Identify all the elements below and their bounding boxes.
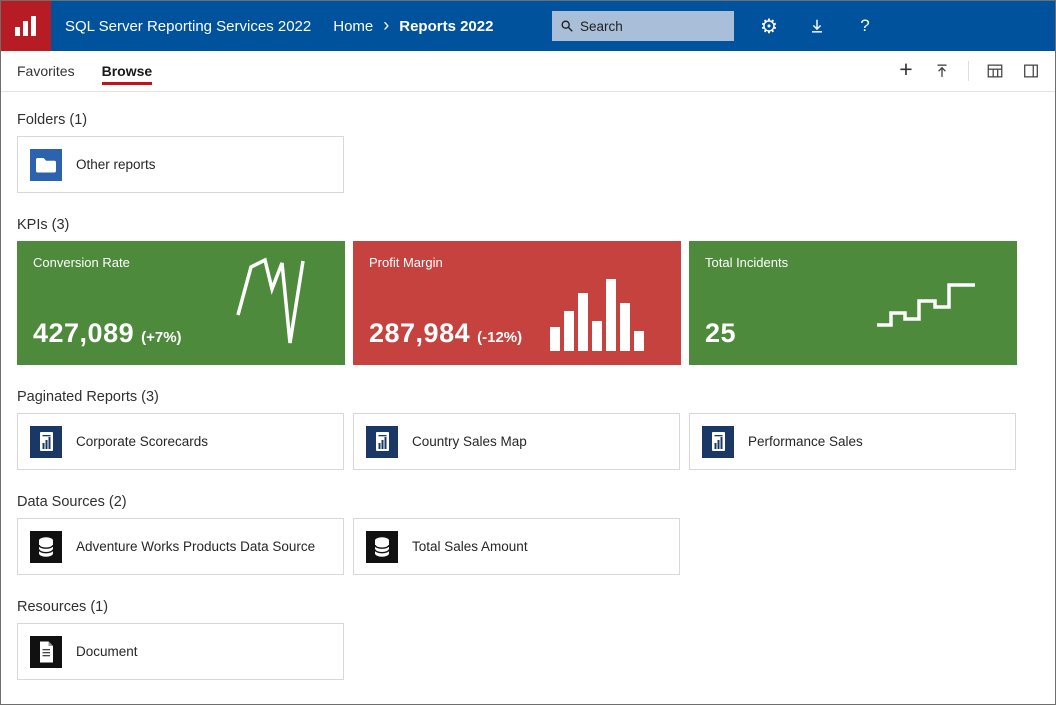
datasource-card-adventure-works[interactable]: Adventure Works Products Data Source — [17, 518, 344, 575]
report-card-performance-sales[interactable]: Performance Sales — [689, 413, 1016, 470]
database-icon — [366, 531, 398, 563]
gear-icon: ⚙ — [760, 14, 778, 39]
tab-bar: Favorites Browse + — [1, 51, 1055, 92]
upload-icon — [933, 62, 951, 80]
kpi-value-row: 287,984 (-12%) — [369, 318, 522, 349]
app-title[interactable]: SQL Server Reporting Services 2022 — [65, 18, 311, 35]
paginated-reports-heading: Paginated Reports (3) — [17, 389, 1039, 405]
resources-row: Document — [17, 623, 1039, 680]
kpi-value: 287,984 — [369, 318, 470, 349]
new-item-button[interactable]: + — [888, 55, 924, 87]
document-icon — [30, 636, 62, 668]
top-bar: SQL Server Reporting Services 2022 Home … — [1, 1, 1055, 51]
kpi-value: 25 — [705, 318, 736, 349]
search-box[interactable] — [552, 11, 734, 41]
report-card-label: Corporate Scorecards — [76, 433, 214, 451]
download-button[interactable] — [801, 10, 833, 42]
kpi-value-row: 427,089 (+7%) — [33, 318, 182, 349]
bar-chart-icon — [11, 11, 41, 41]
kpi-value: 427,089 — [33, 318, 134, 349]
report-card-label: Performance Sales — [748, 433, 869, 451]
breadcrumb: Home › Reports 2022 — [333, 17, 493, 35]
tab-toolbar: + — [888, 51, 1049, 91]
kpi-delta: (-12%) — [477, 329, 522, 346]
upload-button[interactable] — [924, 55, 960, 87]
kpi-delta: (+7%) — [141, 329, 181, 346]
kpi-row: Conversion Rate 427,089 (+7%) Profit Mar… — [17, 241, 1039, 365]
ssrs-portal-window: SQL Server Reporting Services 2022 Home … — [0, 0, 1056, 705]
datasource-card-total-sales-amount[interactable]: Total Sales Amount — [353, 518, 680, 575]
details-pane-icon — [1022, 62, 1040, 80]
kpi-tile-profit-margin[interactable]: Profit Margin 287,984 (-12%) — [353, 241, 681, 365]
report-page-icon — [702, 426, 734, 458]
folder-card-other-reports[interactable]: Other reports — [17, 136, 344, 193]
chevron-right-icon: › — [383, 16, 389, 34]
plus-icon: + — [899, 56, 912, 83]
bar-sparkline-icon — [549, 275, 645, 351]
report-card-country-sales-map[interactable]: Country Sales Map — [353, 413, 680, 470]
search-icon — [560, 19, 574, 33]
help-icon: ? — [860, 16, 869, 36]
settings-button[interactable]: ⚙ — [753, 10, 785, 42]
resources-heading: Resources (1) — [17, 599, 1039, 615]
report-page-icon — [30, 426, 62, 458]
search-input[interactable] — [580, 19, 726, 34]
data-sources-row: Adventure Works Products Data Source Tot… — [17, 518, 1039, 575]
resource-card-document[interactable]: Document — [17, 623, 344, 680]
tiles-view-button[interactable] — [977, 55, 1013, 87]
folder-icon — [30, 149, 62, 181]
line-sparkline-icon — [235, 253, 307, 351]
report-card-label: Country Sales Map — [412, 433, 533, 451]
kpi-tile-total-incidents[interactable]: Total Incidents 25 — [689, 241, 1017, 365]
kpis-heading: KPIs (3) — [17, 217, 1039, 233]
grid-icon — [986, 62, 1004, 80]
details-view-button[interactable] — [1013, 55, 1049, 87]
datasource-card-label: Total Sales Amount — [412, 538, 534, 556]
report-page-icon — [366, 426, 398, 458]
kpi-title: Profit Margin — [369, 255, 443, 270]
folder-card-label: Other reports — [76, 156, 162, 174]
tab-favorites[interactable]: Favorites — [17, 51, 75, 91]
kpi-tile-conversion-rate[interactable]: Conversion Rate 427,089 (+7%) — [17, 241, 345, 365]
breadcrumb-current: Reports 2022 — [399, 18, 493, 35]
kpi-title: Conversion Rate — [33, 255, 130, 270]
report-card-corporate-scorecards[interactable]: Corporate Scorecards — [17, 413, 344, 470]
datasource-card-label: Adventure Works Products Data Source — [76, 538, 321, 556]
database-icon — [30, 531, 62, 563]
kpi-title: Total Incidents — [705, 255, 788, 270]
paginated-reports-row: Corporate Scorecards Country Sales Map — [17, 413, 1039, 470]
help-button[interactable]: ? — [849, 10, 881, 42]
app-logo[interactable] — [1, 1, 51, 51]
folders-heading: Folders (1) — [17, 112, 1039, 128]
browse-content: Folders (1) Other reports KPIs (3) Conve… — [1, 112, 1055, 680]
data-sources-heading: Data Sources (2) — [17, 494, 1039, 510]
tab-browse[interactable]: Browse — [102, 51, 153, 91]
resource-card-label: Document — [76, 643, 144, 661]
toolbar-divider — [968, 61, 969, 81]
download-icon — [808, 17, 826, 35]
folders-row: Other reports — [17, 136, 1039, 193]
step-sparkline-icon — [877, 273, 977, 331]
breadcrumb-home[interactable]: Home — [333, 18, 373, 35]
kpi-value-row: 25 — [705, 318, 743, 349]
